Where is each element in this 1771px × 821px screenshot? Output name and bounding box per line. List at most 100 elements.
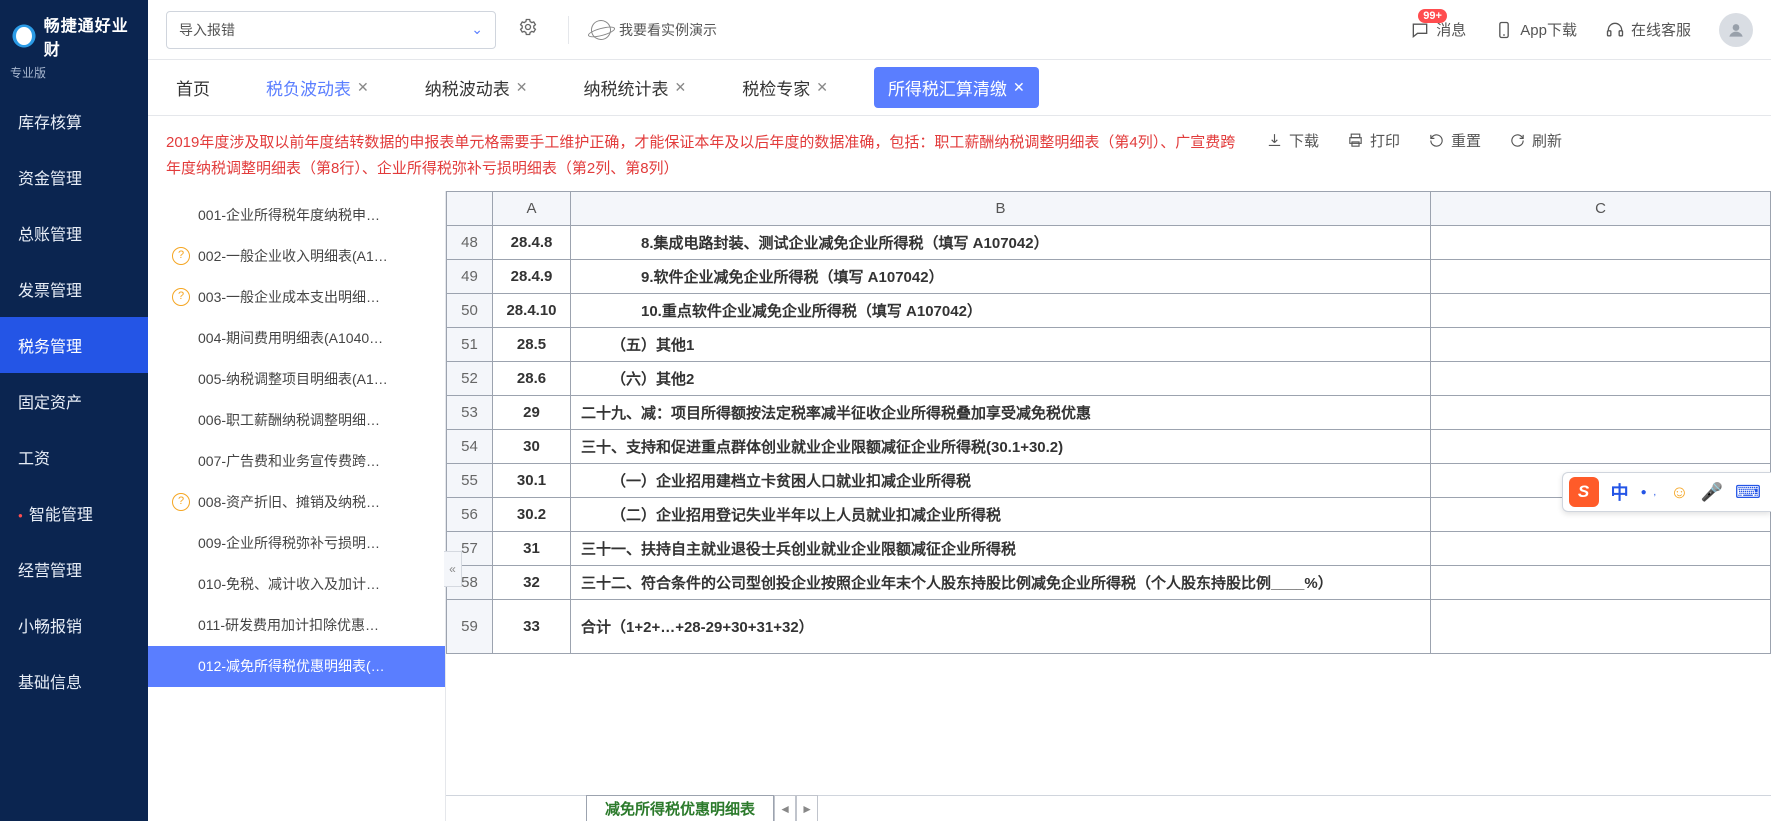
cell-C[interactable] [1431,294,1771,328]
cell-A[interactable]: 31 [493,532,571,566]
cell-B[interactable]: 三十二、符合条件的公司型创投企业按照企业年末个人股东持股比例减免企业所得税（个人… [571,566,1431,600]
row-number[interactable]: 54 [447,430,493,464]
form-list-item-6[interactable]: 007-广告费和业务宣传费跨… [148,441,445,482]
form-list-item-5[interactable]: 006-职工薪酬纳税调整明细… [148,400,445,441]
cell-A[interactable]: 33 [493,600,571,654]
search-combo[interactable]: 导入报错 ⌄ [166,11,496,49]
app-download-button[interactable]: App下载 [1494,19,1577,40]
row-number[interactable]: 55 [447,464,493,498]
download-button[interactable]: 下载 [1266,130,1319,151]
row-number[interactable]: 50 [447,294,493,328]
cell-B[interactable]: （一）企业招用建档立卡贫困人口就业扣减企业所得税 [571,464,1431,498]
cell-B[interactable]: 10.重点软件企业减免企业所得税（填写 A107042） [571,294,1431,328]
form-list-item-0[interactable]: 001-企业所得税年度纳税申… [148,195,445,236]
close-icon[interactable]: ✕ [357,79,369,96]
sheet-tab-active[interactable]: 减免所得税优惠明细表 [586,795,774,821]
cell-B[interactable]: （五）其他1 [571,328,1431,362]
settings-button[interactable] [510,17,546,42]
cell-C[interactable] [1431,566,1771,600]
sidebar-item-7[interactable]: 智能管理 [0,485,148,541]
ime-keyboard-icon[interactable]: ⌨ [1735,482,1761,503]
row-number[interactable]: 51 [447,328,493,362]
ime-lang[interactable]: 中 [1611,479,1629,505]
close-icon[interactable]: ✕ [674,79,686,96]
form-list-item-2[interactable]: 003-一般企业成本支出明细… [148,277,445,318]
cell-A[interactable]: 29 [493,396,571,430]
form-list-item-8[interactable]: 009-企业所得税弥补亏损明… [148,523,445,564]
form-list-item-11[interactable]: 012-减免所得税优惠明细表(… [148,646,445,687]
tab-0[interactable]: 首页 [166,69,220,106]
cell-B[interactable]: 8.集成电路封装、测试企业减免企业所得税（填写 A107042） [571,226,1431,260]
tab-4[interactable]: 税检专家✕ [732,69,838,106]
cell-C[interactable] [1431,362,1771,396]
cell-A[interactable]: 28.6 [493,362,571,396]
avatar[interactable] [1719,13,1753,47]
form-list-item-7[interactable]: 008-资产折旧、摊销及纳税… [148,482,445,523]
tab-3[interactable]: 纳税统计表✕ [573,69,696,106]
messages-button[interactable]: 99+ 消息 [1410,19,1466,40]
sidebar-item-3[interactable]: 发票管理 [0,261,148,317]
row-number[interactable]: 59 [447,600,493,654]
print-button[interactable]: 打印 [1347,130,1400,151]
col-header-C[interactable]: C [1431,192,1771,226]
sheet-scroll-right[interactable]: ► [796,795,818,821]
cell-A[interactable]: 30 [493,430,571,464]
collapse-handle[interactable]: « [444,551,462,587]
sidebar-item-5[interactable]: 固定资产 [0,373,148,429]
form-list-item-9[interactable]: 010-免税、减计收入及加计… [148,564,445,605]
row-number[interactable]: 52 [447,362,493,396]
row-number[interactable]: 49 [447,260,493,294]
cell-A[interactable]: 28.4.8 [493,226,571,260]
cell-B[interactable]: 9.软件企业减免企业所得税（填写 A107042） [571,260,1431,294]
tab-1[interactable]: 税负波动表✕ [256,69,379,106]
form-list-item-10[interactable]: 011-研发费用加计扣除优惠… [148,605,445,646]
cell-C[interactable] [1431,226,1771,260]
cell-B[interactable]: （二）企业招用登记失业半年以上人员就业扣减企业所得税 [571,498,1431,532]
demo-link[interactable]: 我要看实例演示 [591,20,717,40]
ime-toolbar[interactable]: S 中 ● , ☺ 🎤 ⌨ [1562,472,1771,512]
reset-button[interactable]: 重置 [1428,130,1481,151]
sidebar-item-6[interactable]: 工资 [0,429,148,485]
col-header-B[interactable]: B [571,192,1431,226]
close-icon[interactable]: ✕ [516,79,528,96]
cell-A[interactable]: 30.2 [493,498,571,532]
cell-A[interactable]: 28.5 [493,328,571,362]
cell-A[interactable]: 28.4.9 [493,260,571,294]
tab-2[interactable]: 纳税波动表✕ [415,69,538,106]
cell-B[interactable]: 合计（1+2+…+28-29+30+31+32） [571,600,1431,654]
ime-punct-icon[interactable]: ● , [1641,487,1659,498]
cell-B[interactable]: 三十、支持和促进重点群体创业就业企业限额减征企业所得税(30.1+30.2) [571,430,1431,464]
close-icon[interactable]: ✕ [1013,79,1025,96]
row-number[interactable]: 48 [447,226,493,260]
sidebar-item-8[interactable]: 经营管理 [0,541,148,597]
sheet-scroll-left[interactable]: ◄ [774,795,796,821]
sidebar-item-0[interactable]: 库存核算 [0,93,148,149]
col-header-A[interactable]: A [493,192,571,226]
cell-C[interactable] [1431,430,1771,464]
cell-A[interactable]: 28.4.10 [493,294,571,328]
sidebar-item-10[interactable]: 基础信息 [0,653,148,709]
cell-B[interactable]: 二十九、减：项目所得额按法定税率减半征收企业所得税叠加享受减免税优惠 [571,396,1431,430]
ime-mic-icon[interactable]: 🎤 [1701,482,1723,503]
row-number[interactable]: 56 [447,498,493,532]
refresh-button[interactable]: 刷新 [1509,130,1562,151]
support-button[interactable]: 在线客服 [1605,19,1691,40]
form-list-item-3[interactable]: 004-期间费用明细表(A1040… [148,318,445,359]
cell-C[interactable] [1431,600,1771,654]
cell-C[interactable] [1431,328,1771,362]
sidebar-item-2[interactable]: 总账管理 [0,205,148,261]
cell-C[interactable] [1431,396,1771,430]
cell-C[interactable] [1431,532,1771,566]
form-list-item-4[interactable]: 005-纳税调整项目明细表(A1… [148,359,445,400]
sidebar-item-1[interactable]: 资金管理 [0,149,148,205]
cell-C[interactable] [1431,260,1771,294]
cell-A[interactable]: 30.1 [493,464,571,498]
cell-B[interactable]: 三十一、扶持自主就业退役士兵创业就业企业限额减征企业所得税 [571,532,1431,566]
close-icon[interactable]: ✕ [816,79,828,96]
tab-5[interactable]: 所得税汇算清缴✕ [874,67,1039,108]
cell-B[interactable]: （六）其他2 [571,362,1431,396]
form-list-item-1[interactable]: 002-一般企业收入明细表(A1… [148,236,445,277]
row-number[interactable]: 53 [447,396,493,430]
cell-A[interactable]: 32 [493,566,571,600]
ime-emoji-icon[interactable]: ☺ [1670,482,1688,503]
